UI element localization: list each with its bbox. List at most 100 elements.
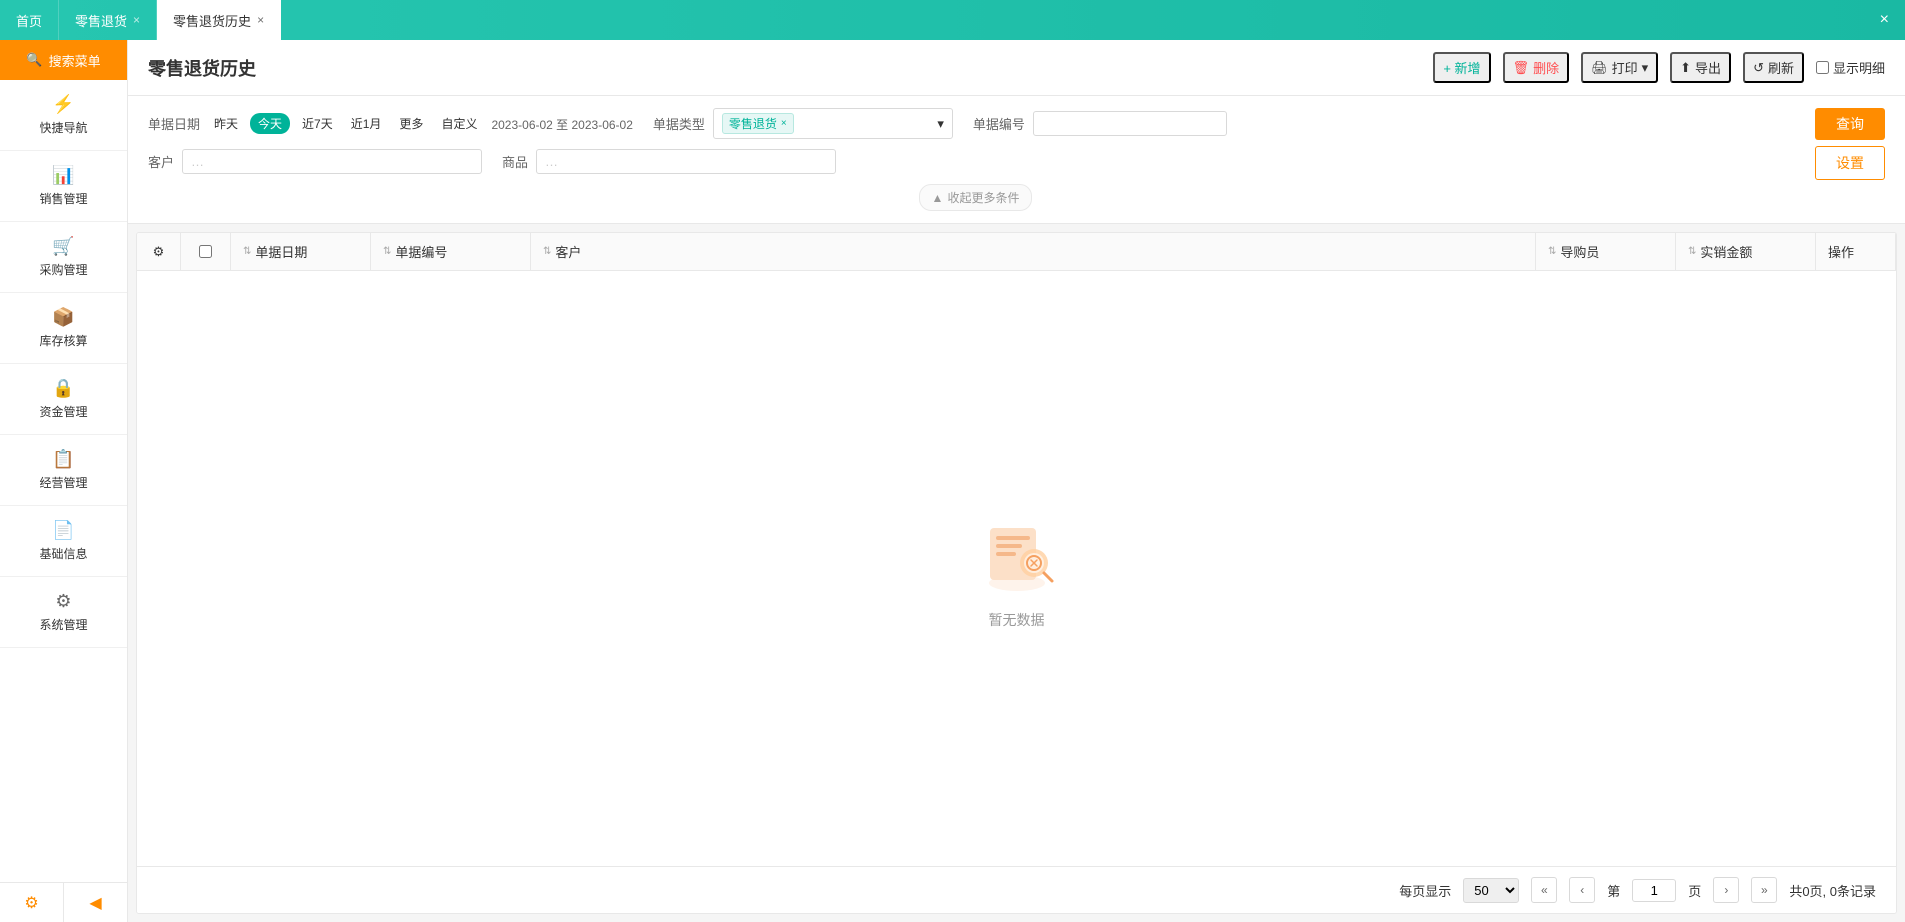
collapse-arrow-icon: ◀ <box>89 893 101 913</box>
page-label: 第 <box>1607 881 1620 900</box>
filter-area: 单据日期 昨天 今天 近7天 近1月 更多 自定义 2023-06-02 至 2… <box>128 96 1905 224</box>
sidebar-items: ⚡ 快捷导航 📊 销售管理 🛒 采购管理 📦 库存核算 🔒 资金管理 📋 <box>0 80 127 882</box>
filter-settings-button[interactable]: 设置 <box>1815 146 1885 180</box>
empty-state: 暂无数据 <box>932 468 1102 670</box>
sidebar-bottom: ⚙ ◀ <box>0 882 127 922</box>
sort-icon-5: ⇅ <box>1688 246 1696 257</box>
date-custom[interactable]: 自定义 <box>435 113 483 134</box>
export-button[interactable]: ⬆ 导出 <box>1670 52 1731 83</box>
date-range: 2023-06-02 至 2023-06-02 <box>491 116 632 133</box>
doctype-select[interactable]: 零售退货 × ▾ <box>713 108 953 139</box>
top-bar: 首页 零售退货 × 零售退货历史 × × <box>0 0 1905 40</box>
first-page-button[interactable]: « <box>1531 877 1557 903</box>
next-page-button[interactable]: › <box>1713 877 1739 903</box>
page-unit: 页 <box>1688 881 1701 900</box>
sort-icon-2: ⇅ <box>383 246 391 257</box>
sidebar-item-sales-mgmt[interactable]: 📊 销售管理 <box>0 151 127 222</box>
th-doc-number[interactable]: ⇅ 单据编号 <box>371 233 531 270</box>
date-last7[interactable]: 近7天 <box>296 113 339 134</box>
select-all-checkbox[interactable] <box>199 245 212 258</box>
per-page-select[interactable]: 50 10 20 100 <box>1463 878 1519 903</box>
new-button[interactable]: + 新增 <box>1433 52 1490 83</box>
filter-rows-and-buttons: 单据日期 昨天 今天 近7天 近1月 更多 自定义 2023-06-02 至 2… <box>148 108 1885 211</box>
search-icon: 🔍 <box>26 52 42 68</box>
basic-info-icon: 📄 <box>52 520 74 541</box>
sidebar-item-basic-info[interactable]: 📄 基础信息 <box>0 506 127 577</box>
prev-page-button[interactable]: ‹ <box>1569 877 1595 903</box>
last-page-button[interactable]: » <box>1751 877 1777 903</box>
sidebar-settings-button[interactable]: ⚙ <box>0 883 64 922</box>
tab-retail-return-history[interactable]: 零售退货历史 × <box>157 0 281 40</box>
refresh-icon: ↺ <box>1753 60 1764 76</box>
page-header: 零售退货历史 + 新增 🗑 删除 🖨 打印 ▾ ⬆ 导出 <box>128 40 1905 96</box>
total-info: 共0页, 0条记录 <box>1789 881 1876 900</box>
inventory-icon: 📦 <box>52 307 74 328</box>
th-doc-date[interactable]: ⇅ 单据日期 <box>231 233 371 270</box>
finance-icon: 🔒 <box>52 378 74 399</box>
sidebar-item-inventory[interactable]: 📦 库存核算 <box>0 293 127 364</box>
sidebar-item-system-mgmt[interactable]: ⚙ 系统管理 <box>0 577 127 648</box>
refresh-button[interactable]: ↺ 刷新 <box>1743 52 1804 83</box>
filter-row-2: 客户 … 商品 … <box>148 149 1803 174</box>
doctype-tag: 零售退货 × <box>722 113 794 134</box>
table-container: ⚙ ⇅ 单据日期 ⇅ 单据编号 ⇅ 客户 ⇅ <box>136 232 1897 914</box>
purchase-icon: 🛒 <box>52 236 74 257</box>
date-last1m[interactable]: 近1月 <box>345 113 388 134</box>
operations-icon: 📋 <box>52 449 74 470</box>
page-actions: + 新增 🗑 删除 🖨 打印 ▾ ⬆ 导出 ↺ 刷新 <box>1433 52 1885 83</box>
date-more[interactable]: 更多 <box>393 113 429 134</box>
page-input[interactable] <box>1632 879 1676 902</box>
collapse-button[interactable]: ▲ 收起更多条件 <box>919 184 1033 211</box>
th-settings[interactable]: ⚙ <box>137 233 181 270</box>
doc-number-input[interactable] <box>1033 111 1227 136</box>
filter-row-1: 单据日期 昨天 今天 近7天 近1月 更多 自定义 2023-06-02 至 2… <box>148 108 1803 139</box>
th-operation: 操作 <box>1816 233 1896 270</box>
quick-nav-icon: ⚡ <box>52 94 74 115</box>
date-yesterday[interactable]: 昨天 <box>208 113 244 134</box>
date-today[interactable]: 今天 <box>250 113 290 134</box>
doctype-tag-close-icon[interactable]: × <box>781 118 787 129</box>
empty-text: 暂无数据 <box>989 610 1045 630</box>
sort-icon-3: ⇅ <box>543 246 551 257</box>
filter-docnumber-group: 单据编号 <box>973 111 1227 136</box>
sales-icon: 📊 <box>52 165 74 186</box>
sidebar-collapse-button[interactable]: ◀ <box>64 883 127 922</box>
empty-illustration <box>972 508 1062 598</box>
th-actual-amount[interactable]: ⇅ 实销金额 <box>1676 233 1816 270</box>
tab-retail-return-close-icon[interactable]: × <box>133 13 140 27</box>
delete-button[interactable]: 🗑 删除 <box>1503 52 1570 83</box>
system-icon: ⚙ <box>55 591 71 612</box>
th-checkbox[interactable] <box>181 233 231 270</box>
tab-home[interactable]: 首页 <box>0 0 59 40</box>
goods-select[interactable]: … <box>536 149 836 174</box>
query-button[interactable]: 查询 <box>1815 108 1885 140</box>
tab-list: 首页 零售退货 × 零售退货历史 × <box>0 0 1864 40</box>
date-options: 昨天 今天 近7天 近1月 更多 自定义 <box>208 113 483 134</box>
filter-buttons: 查询 设置 <box>1815 108 1885 211</box>
sidebar-item-operations[interactable]: 📋 经营管理 <box>0 435 127 506</box>
filter-doctype-group: 单据类型 零售退货 × ▾ <box>653 108 953 139</box>
th-guide[interactable]: ⇅ 导购员 <box>1536 233 1676 270</box>
print-button[interactable]: 🖨 打印 ▾ <box>1581 52 1658 83</box>
sort-icon-4: ⇅ <box>1548 246 1556 257</box>
sidebar: 🔍 搜索菜单 ⚡ 快捷导航 📊 销售管理 🛒 采购管理 📦 库存核算 🔒 <box>0 40 128 922</box>
sidebar-search[interactable]: 🔍 搜索菜单 <box>0 40 127 80</box>
table-header: ⚙ ⇅ 单据日期 ⇅ 单据编号 ⇅ 客户 ⇅ <box>137 233 1896 271</box>
sidebar-item-finance[interactable]: 🔒 资金管理 <box>0 364 127 435</box>
content-area: 零售退货历史 + 新增 🗑 删除 🖨 打印 ▾ ⬆ 导出 <box>128 40 1905 922</box>
window-close-icon[interactable]: × <box>1864 11 1905 29</box>
per-page-label: 每页显示 <box>1399 881 1451 900</box>
th-customer[interactable]: ⇅ 客户 <box>531 233 1536 270</box>
sidebar-item-purchase-mgmt[interactable]: 🛒 采购管理 <box>0 222 127 293</box>
customer-select[interactable]: … <box>182 149 482 174</box>
delete-icon: 🗑 <box>1513 60 1530 76</box>
sidebar-item-quick-nav[interactable]: ⚡ 快捷导航 <box>0 80 127 151</box>
tab-retail-return[interactable]: 零售退货 × <box>59 0 157 40</box>
tab-retail-return-history-close-icon[interactable]: × <box>257 13 264 27</box>
show-detail-checkbox[interactable] <box>1816 61 1829 74</box>
table-settings-icon: ⚙ <box>153 244 165 260</box>
filter-customer-group: 客户 … <box>148 149 482 174</box>
page-title: 零售退货历史 <box>148 55 256 81</box>
pagination-bar: 每页显示 50 10 20 100 « ‹ 第 页 › » 共0页, 0条记录 <box>137 866 1896 913</box>
print-chevron-icon: ▾ <box>1642 60 1649 76</box>
